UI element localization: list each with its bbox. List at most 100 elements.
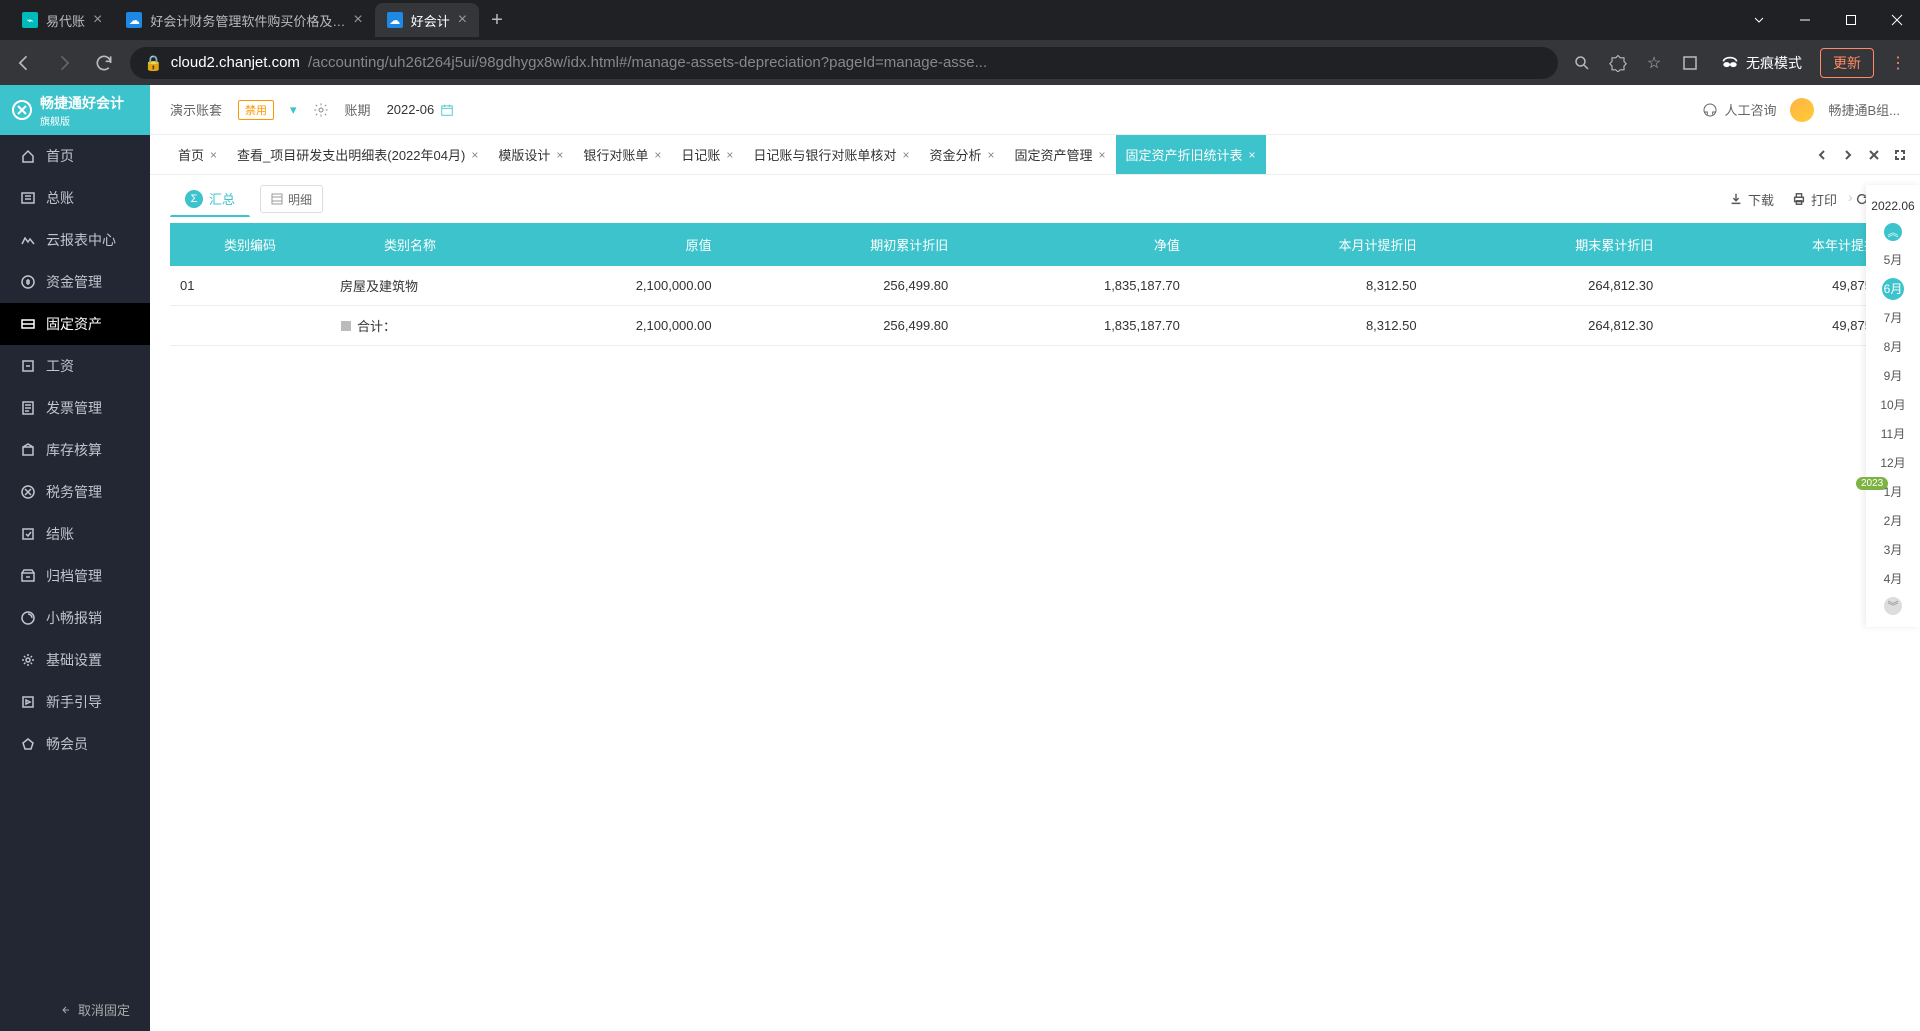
month-option[interactable]: 3月: [1866, 535, 1920, 564]
user-avatar[interactable]: [1790, 98, 1814, 122]
account-settings-icon[interactable]: [313, 101, 329, 118]
page-tab-4[interactable]: 日记账 ×: [671, 135, 743, 174]
nav-reload-button[interactable]: [90, 49, 118, 77]
page-tabs-scroll[interactable]: 首页×查看_项目研发支出明细表(2022年04月)×模版设计×银行对账单×日记账…: [150, 135, 1802, 174]
tab-close-icon[interactable]: ×: [93, 11, 102, 29]
browser-update-button[interactable]: 更新: [1820, 48, 1874, 78]
bookmark-icon[interactable]: ☆: [1642, 51, 1666, 75]
month-option[interactable]: 7月: [1880, 303, 1905, 332]
page-tab-close-icon[interactable]: ×: [726, 148, 733, 162]
sidebar-item-home[interactable]: 首页: [0, 135, 150, 177]
total-label-cell: 合计：: [330, 306, 490, 346]
window-close-icon[interactable]: [1874, 0, 1920, 40]
browser-menu-icon[interactable]: ⋮: [1886, 51, 1910, 75]
month-option[interactable]: 4月: [1866, 564, 1920, 593]
page-tab-close-icon[interactable]: ×: [654, 148, 661, 162]
sidebar-item-settings[interactable]: 基础设置: [0, 639, 150, 681]
cell-net: 1,835,187.70: [958, 266, 1190, 306]
tabs-close-all-icon[interactable]: [1862, 143, 1886, 167]
month-option[interactable]: 11月: [1880, 419, 1905, 448]
extensions-icon[interactable]: [1606, 51, 1630, 75]
table-container[interactable]: 类别编码 类别名称 原值 期初累计折旧 净值 本月计提折旧 期末累计折旧 本年计…: [170, 223, 1900, 1031]
page-tab-0[interactable]: 首页×: [168, 135, 227, 174]
page-tab-close-icon[interactable]: ×: [1249, 148, 1256, 162]
sidebar-item-money[interactable]: 资金管理: [0, 261, 150, 303]
search-icon[interactable]: [1570, 51, 1594, 75]
tab-title: 易代账: [46, 11, 85, 30]
sidebar-item-ledger[interactable]: 总账: [0, 177, 150, 219]
sidebar-item-guide[interactable]: 新手引导: [0, 681, 150, 723]
sidebar-item-asset[interactable]: 固定资产: [0, 303, 150, 345]
page-tab-7[interactable]: 固定资产管理×: [1004, 135, 1115, 174]
cell-orig: 2,100,000.00: [490, 266, 722, 306]
tabs-next-icon[interactable]: [1836, 143, 1860, 167]
sidebar-item-tax[interactable]: 税务管理: [0, 471, 150, 513]
sidebar-item-vip[interactable]: 畅会员: [0, 723, 150, 765]
table-row[interactable]: 01 房屋及建筑物 2,100,000.00 256,499.80 1,835,…: [170, 266, 1900, 306]
settings-icon: [20, 652, 36, 668]
page-tab-2[interactable]: 模版设计×: [488, 135, 573, 174]
page-tab-close-icon[interactable]: ×: [902, 148, 909, 162]
page-tab-6[interactable]: 资金分析×: [919, 135, 1004, 174]
sidebar-item-marketing[interactable]: 小畅报销: [0, 597, 150, 639]
reader-icon[interactable]: [1678, 51, 1702, 75]
browser-tab-2[interactable]: ☁ 好会计 ×: [375, 3, 479, 37]
window-maximize-icon[interactable]: [1828, 0, 1874, 40]
sidebar-item-close-book[interactable]: 结账: [0, 513, 150, 555]
period-picker[interactable]: 2022-06: [387, 102, 455, 118]
user-name[interactable]: 畅捷通B组...: [1828, 100, 1900, 119]
support-button[interactable]: 人工咨询: [1702, 100, 1776, 119]
stock-icon: [20, 442, 36, 458]
month-option[interactable]: 12月: [1880, 448, 1905, 477]
page-tab-5[interactable]: 日记账与银行对账单核对×: [743, 135, 919, 174]
month-option[interactable]: 10月: [1880, 390, 1905, 419]
window-dropdown-icon[interactable]: [1736, 0, 1782, 40]
window-minimize-icon[interactable]: [1782, 0, 1828, 40]
sidebar-unpin-button[interactable]: 取消固定: [0, 988, 150, 1031]
nav-back-button[interactable]: [10, 49, 38, 77]
month-option[interactable]: 8月: [1880, 332, 1905, 361]
url-bar[interactable]: 🔒 cloud2.chanjet.com/accounting/uh26t264…: [130, 47, 1558, 79]
asset-icon: [20, 316, 36, 332]
account-selector[interactable]: 演示账套: [170, 100, 222, 119]
page-tab-close-icon[interactable]: ×: [210, 148, 217, 162]
scroll-hint-icon[interactable]: ›: [1848, 189, 1853, 205]
month-option[interactable]: 5月: [1880, 245, 1905, 274]
new-tab-button[interactable]: +: [479, 9, 515, 32]
browser-tab-0[interactable]: ⌁ 易代账 ×: [10, 3, 114, 37]
page-tab-close-icon[interactable]: ×: [987, 148, 994, 162]
page-tab-label: 日记账: [681, 145, 720, 164]
sidebar-item-invoice[interactable]: 发票管理: [0, 387, 150, 429]
page-tab-3[interactable]: 银行对账单×: [573, 135, 671, 174]
month-option[interactable]: 1月: [1866, 477, 1920, 506]
scroll-up-button[interactable]: ︽: [1884, 223, 1902, 241]
sidebar-item-salary[interactable]: 工资: [0, 345, 150, 387]
tab-close-icon[interactable]: ×: [353, 11, 362, 29]
view-summary-tab[interactable]: Σ 汇总: [170, 181, 250, 217]
tabs-prev-icon[interactable]: [1810, 143, 1834, 167]
page-tab-1[interactable]: 查看_项目研发支出明细表(2022年04月)×: [227, 135, 488, 174]
page-tab-close-icon[interactable]: ×: [1099, 148, 1106, 162]
sidebar-item-stock[interactable]: 库存核算: [0, 429, 150, 471]
browser-tab-1[interactable]: ☁ 好会计财务管理软件购买价格及… ×: [114, 3, 374, 37]
tabs-fullscreen-icon[interactable]: [1888, 143, 1912, 167]
page-tab-8[interactable]: 固定资产折旧统计表×: [1116, 135, 1266, 174]
sidebar-item-archive[interactable]: 归档管理: [0, 555, 150, 597]
view-detail-tab[interactable]: 明细: [260, 185, 323, 213]
scroll-down-button[interactable]: ︾: [1884, 597, 1902, 615]
month-option[interactable]: 6月: [1880, 274, 1905, 303]
month-option[interactable]: 9月: [1880, 361, 1905, 390]
page-tab-close-icon[interactable]: ×: [471, 148, 478, 162]
page-tab-close-icon[interactable]: ×: [556, 148, 563, 162]
window-controls: [1736, 0, 1920, 40]
nav-forward-button[interactable]: [50, 49, 78, 77]
month-option[interactable]: 2月: [1866, 506, 1920, 535]
print-button[interactable]: 打印: [1792, 190, 1837, 209]
sidebar-item-cloud-report[interactable]: 云报表中心: [0, 219, 150, 261]
account-dropdown-icon[interactable]: ▾: [290, 102, 297, 118]
incognito-label: 无痕模式: [1746, 53, 1802, 73]
tab-close-icon[interactable]: ×: [458, 11, 467, 29]
download-button[interactable]: 下载: [1729, 190, 1774, 209]
main-area: 演示账套 禁用 ▾ 账期 2022-06 人工咨询 畅捷通B组...: [150, 85, 1920, 1031]
app-logo[interactable]: 畅捷通好会计 旗舰版: [0, 85, 150, 135]
